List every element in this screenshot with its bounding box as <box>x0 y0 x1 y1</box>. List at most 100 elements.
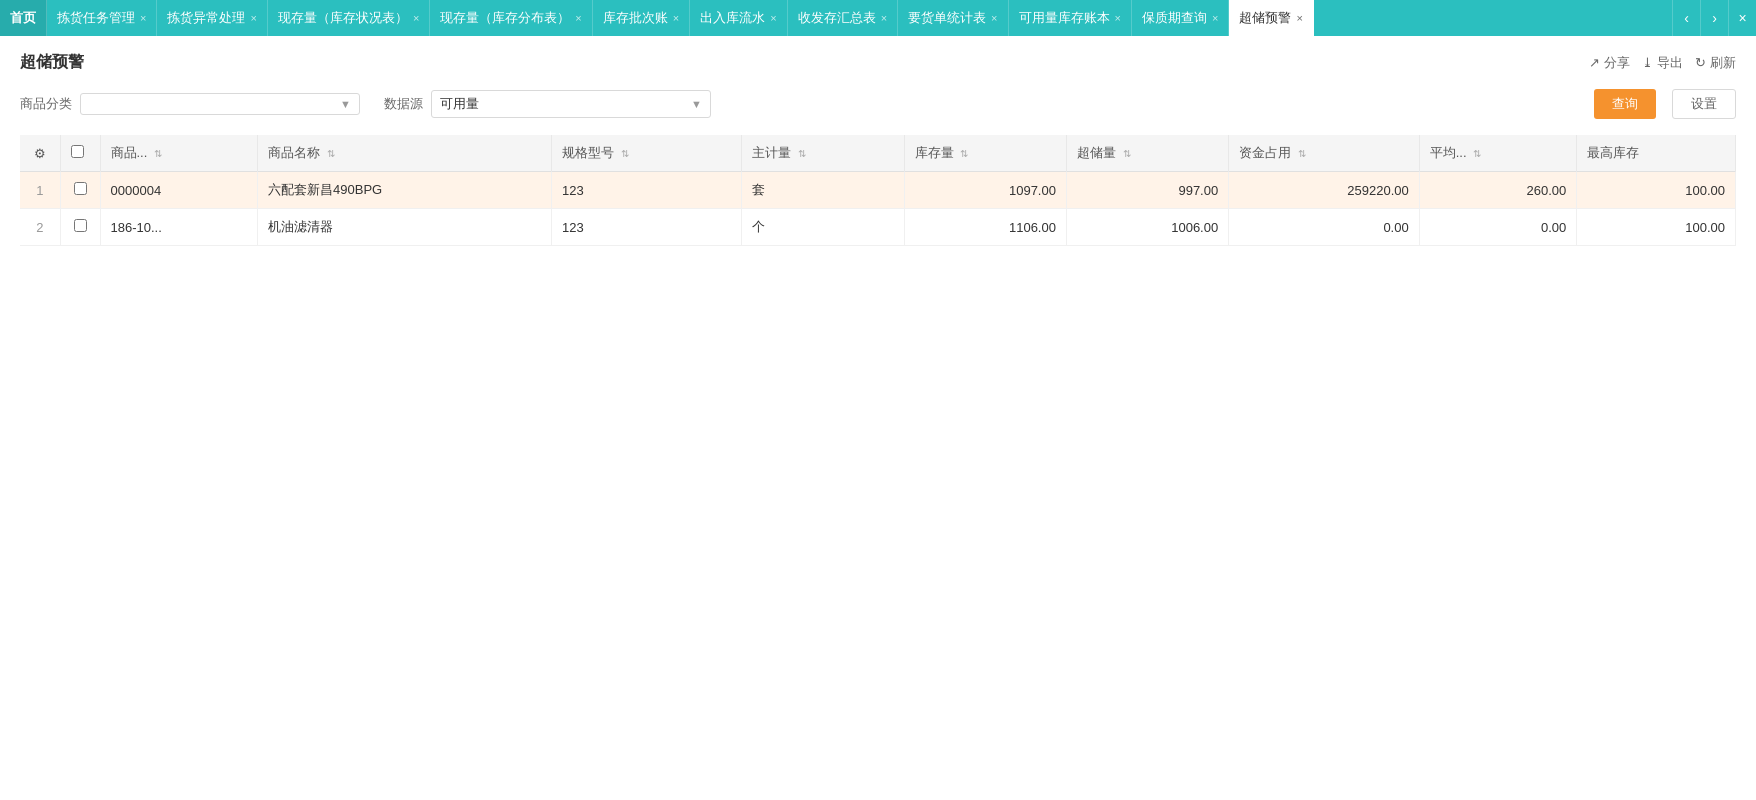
close-pick-exception[interactable]: × <box>250 12 256 24</box>
nav-item-overstock-warning[interactable]: 超储预警 × <box>1229 0 1313 36</box>
nav-arrows: ‹ › × <box>1672 0 1756 36</box>
close-overstock-warning[interactable]: × <box>1296 12 1302 24</box>
select-all-checkbox[interactable] <box>71 145 84 158</box>
share-button[interactable]: ↗ 分享 <box>1589 54 1630 72</box>
column-product-code[interactable]: 商品... ⇅ <box>100 135 258 172</box>
cell-max-stock-1: 100.00 <box>1577 172 1736 209</box>
sort-icon-product-code: ⇅ <box>154 148 162 159</box>
export-button[interactable]: ⤓ 导出 <box>1642 54 1683 72</box>
column-stock-label: 库存量 <box>915 145 954 160</box>
nav-item-pick-exception[interactable]: 拣货异常处理 × <box>157 0 267 36</box>
cell-spec-1: 123 <box>551 172 742 209</box>
nav-item-inventory-status[interactable]: 现存量（库存状况表） × <box>268 0 430 36</box>
nav-label-pick-task: 拣货任务管理 <box>57 9 135 27</box>
nav-item-shelf-life[interactable]: 保质期查询 × <box>1132 0 1229 36</box>
cell-product-code-2: 186-10... <box>100 209 258 246</box>
settings-button[interactable]: 设置 <box>1672 89 1736 119</box>
close-inventory-dist[interactable]: × <box>575 12 581 24</box>
cell-capital-1: 259220.00 <box>1229 172 1420 209</box>
sort-icon-stock: ⇅ <box>960 148 968 159</box>
datasource-select[interactable]: 可用量 ▼ <box>431 90 711 118</box>
row-select-2[interactable] <box>74 219 87 232</box>
row-checkbox-1[interactable] <box>60 172 100 209</box>
column-checkbox[interactable] <box>60 135 100 172</box>
close-pick-task[interactable]: × <box>140 12 146 24</box>
sort-icon-spec: ⇅ <box>621 148 629 159</box>
nav-item-pick-task[interactable]: 拣货任务管理 × <box>47 0 157 36</box>
close-inventory-batch[interactable]: × <box>673 12 679 24</box>
datasource-label: 数据源 <box>384 95 423 113</box>
close-inout-flow[interactable]: × <box>770 12 776 24</box>
cell-overstock-1: 997.00 <box>1066 172 1228 209</box>
nav-label-shelf-life: 保质期查询 <box>1142 9 1207 27</box>
nav-arrow-right[interactable]: › <box>1700 0 1728 36</box>
nav-label-pick-exception: 拣货异常处理 <box>167 9 245 27</box>
refresh-icon: ↻ <box>1695 55 1706 70</box>
query-button[interactable]: 查询 <box>1594 89 1656 119</box>
column-product-name-label: 商品名称 <box>268 145 320 160</box>
row-checkbox-2[interactable] <box>60 209 100 246</box>
column-overstock[interactable]: 超储量 ⇅ <box>1066 135 1228 172</box>
nav-arrow-left[interactable]: ‹ <box>1672 0 1700 36</box>
refresh-button[interactable]: ↻ 刷新 <box>1695 54 1736 72</box>
column-max-stock-label: 最高库存 <box>1587 145 1639 160</box>
cell-product-name-1: 六配套新昌490BPG <box>258 172 552 209</box>
nav-item-receive-summary[interactable]: 收发存汇总表 × <box>788 0 898 36</box>
nav-label-inventory-dist: 现存量（库存分布表） <box>440 9 570 27</box>
sort-icon-unit: ⇅ <box>798 148 806 159</box>
datasource-chevron-icon: ▼ <box>691 98 702 110</box>
nav-label-inventory-batch: 库存批次账 <box>603 9 668 27</box>
close-order-stat[interactable]: × <box>991 12 997 24</box>
cell-overstock-2: 1006.00 <box>1066 209 1228 246</box>
close-shelf-life[interactable]: × <box>1212 12 1218 24</box>
nav-label-available-ledger: 可用量库存账本 <box>1019 9 1110 27</box>
sort-icon-avg: ⇅ <box>1473 148 1481 159</box>
category-chevron-icon: ▼ <box>340 98 351 110</box>
export-icon: ⤓ <box>1642 55 1653 70</box>
column-spec[interactable]: 规格型号 ⇅ <box>551 135 742 172</box>
category-select[interactable]: ▼ <box>80 93 360 115</box>
page-title: 超储预警 <box>20 52 84 73</box>
column-stock[interactable]: 库存量 ⇅ <box>904 135 1066 172</box>
nav-item-order-stat[interactable]: 要货单统计表 × <box>898 0 1008 36</box>
column-avg[interactable]: 平均... ⇅ <box>1419 135 1577 172</box>
table-row: 1 0000004 六配套新昌490BPG 123 套 1097.00 997.… <box>20 172 1736 209</box>
data-table: ⚙ 商品... ⇅ 商品名称 ⇅ 规格型号 ⇅ 主计量 ⇅ <box>20 135 1736 246</box>
nav-item-available-ledger[interactable]: 可用量库存账本 × <box>1009 0 1132 36</box>
nav-label-inventory-status: 现存量（库存状况表） <box>278 9 408 27</box>
cell-spec-2: 123 <box>551 209 742 246</box>
column-product-name[interactable]: 商品名称 ⇅ <box>258 135 552 172</box>
nav-item-inventory-dist[interactable]: 现存量（库存分布表） × <box>430 0 592 36</box>
cell-avg-2: 0.00 <box>1419 209 1577 246</box>
nav-item-home[interactable]: 首页 <box>0 0 47 36</box>
cell-unit-1: 套 <box>742 172 904 209</box>
column-capital-label: 资金占用 <box>1239 145 1291 160</box>
row-select-1[interactable] <box>74 182 87 195</box>
close-inventory-status[interactable]: × <box>413 12 419 24</box>
nav-label-inout-flow: 出入库流水 <box>700 9 765 27</box>
category-filter: 商品分类 ▼ <box>20 93 360 115</box>
cell-stock-1: 1097.00 <box>904 172 1066 209</box>
category-label: 商品分类 <box>20 95 72 113</box>
share-icon: ↗ <box>1589 55 1600 70</box>
column-settings[interactable]: ⚙ <box>20 135 60 172</box>
table-header-row: ⚙ 商品... ⇅ 商品名称 ⇅ 规格型号 ⇅ 主计量 ⇅ <box>20 135 1736 172</box>
nav-arrow-close[interactable]: × <box>1728 0 1756 36</box>
refresh-label: 刷新 <box>1710 54 1736 72</box>
nav-item-inventory-batch[interactable]: 库存批次账 × <box>593 0 690 36</box>
column-max-stock[interactable]: 最高库存 <box>1577 135 1736 172</box>
share-label: 分享 <box>1604 54 1630 72</box>
column-capital[interactable]: 资金占用 ⇅ <box>1229 135 1420 172</box>
column-unit[interactable]: 主计量 ⇅ <box>742 135 904 172</box>
page-content: 超储预警 ↗ 分享 ⤓ 导出 ↻ 刷新 商品分类 ▼ 数据源 <box>0 36 1756 262</box>
close-receive-summary[interactable]: × <box>881 12 887 24</box>
cell-max-stock-2: 100.00 <box>1577 209 1736 246</box>
cell-unit-2: 个 <box>742 209 904 246</box>
datasource-value: 可用量 <box>440 95 479 113</box>
close-available-ledger[interactable]: × <box>1115 12 1121 24</box>
sort-icon-product-name: ⇅ <box>327 148 335 159</box>
nav-item-inout-flow[interactable]: 出入库流水 × <box>690 0 787 36</box>
column-unit-label: 主计量 <box>752 145 791 160</box>
cell-product-name-2: 机油滤清器 <box>258 209 552 246</box>
row-number-1: 1 <box>20 172 60 209</box>
